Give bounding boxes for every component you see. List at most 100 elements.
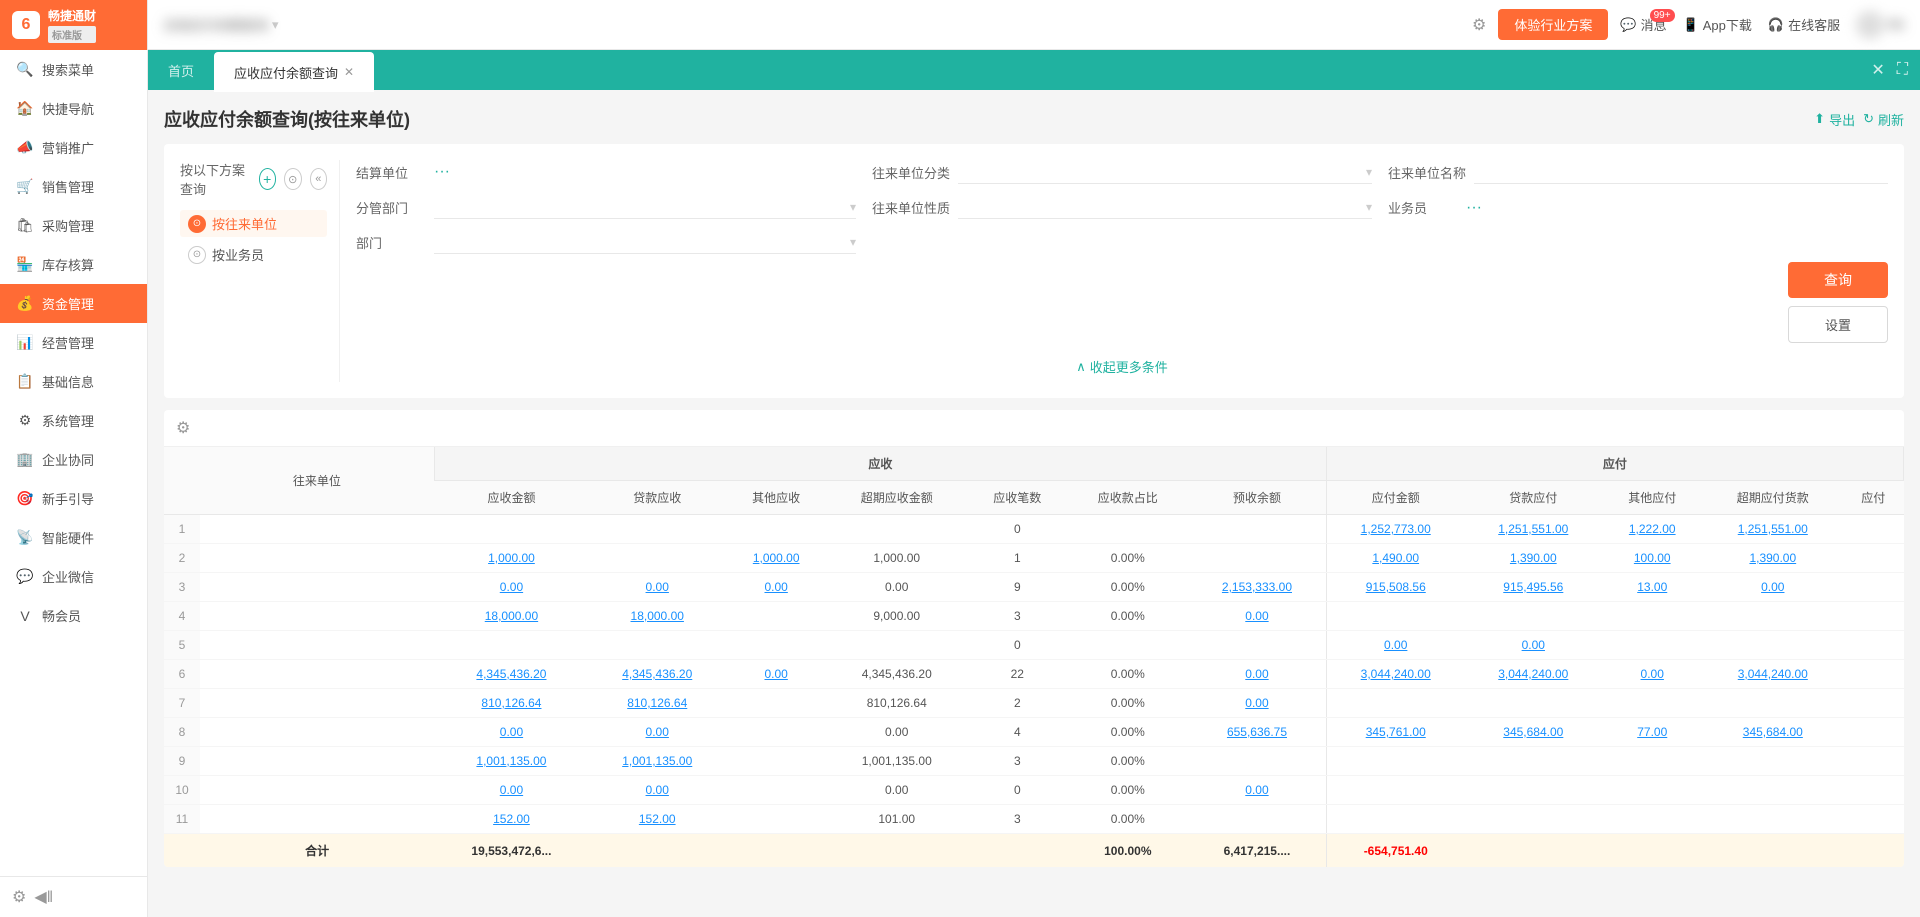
table-cell[interactable]: 1,490.00 bbox=[1326, 544, 1464, 573]
sidebar-item-basic[interactable]: 📋 基础信息 bbox=[0, 362, 147, 401]
tab-close-window-icon[interactable]: ✕ bbox=[1871, 60, 1884, 80]
table-cell[interactable]: 0.00 bbox=[1702, 573, 1843, 602]
sidebar-item-hardware[interactable]: 📡 智能硬件 bbox=[0, 518, 147, 557]
sidebar-item-quick-nav[interactable]: 🏠 快捷导航 bbox=[0, 89, 147, 128]
table-cell[interactable]: 345,684.00 bbox=[1702, 718, 1843, 747]
table-cell[interactable]: 0.00 bbox=[589, 573, 726, 602]
collapse-filter-button[interactable]: ∧ 收起更多条件 bbox=[356, 351, 1888, 382]
table-cell[interactable]: 1,390.00 bbox=[1465, 544, 1602, 573]
table-cell bbox=[200, 805, 434, 834]
online-service-button[interactable]: 🎧 在线客服 bbox=[1768, 15, 1840, 34]
table-cell[interactable]: 0.00 bbox=[1188, 689, 1326, 718]
query-button[interactable]: 查询 bbox=[1788, 262, 1888, 298]
table-cell[interactable]: 1,251,551.00 bbox=[1702, 515, 1843, 544]
sidebar-item-sales[interactable]: 🛒 销售管理 bbox=[0, 167, 147, 206]
tab-home[interactable]: 首页 bbox=[148, 50, 214, 90]
table-cell[interactable]: 0.00 bbox=[1188, 776, 1326, 805]
table-cell[interactable]: 0.00 bbox=[726, 573, 826, 602]
table-cell[interactable]: 1,001,135.00 bbox=[589, 747, 726, 776]
table-cell[interactable]: 915,508.56 bbox=[1326, 573, 1464, 602]
table-cell[interactable]: 345,761.00 bbox=[1326, 718, 1464, 747]
table-cell[interactable]: 1,001,135.00 bbox=[434, 747, 588, 776]
table-cell[interactable]: 0.00 bbox=[434, 776, 588, 805]
partner-category-select[interactable]: ▾ bbox=[958, 161, 1372, 184]
table-cell[interactable]: 0.00 bbox=[1602, 660, 1702, 689]
table-settings-icon[interactable]: ⚙ bbox=[176, 418, 190, 438]
table-cell[interactable]: 18,000.00 bbox=[434, 602, 588, 631]
messages-button[interactable]: 💬 消息 99+ bbox=[1620, 15, 1666, 34]
refresh-button[interactable]: ↻ 刷新 bbox=[1863, 110, 1904, 129]
table-cell[interactable]: 915,495.56 bbox=[1465, 573, 1602, 602]
filter-add-button[interactable]: + bbox=[259, 168, 277, 190]
table-cell[interactable]: 0.00 bbox=[1188, 660, 1326, 689]
sidebar-settings-icon[interactable]: ⚙ bbox=[12, 887, 26, 907]
table-cell[interactable]: 152.00 bbox=[434, 805, 588, 834]
table-cell[interactable]: 345,684.00 bbox=[1465, 718, 1602, 747]
table-cell[interactable]: 4,345,436.20 bbox=[434, 660, 588, 689]
settlement-unit-dots[interactable]: ··· bbox=[434, 163, 450, 181]
table-cell bbox=[1843, 689, 1903, 718]
filter-collapse-icon[interactable]: « bbox=[310, 168, 328, 190]
sidebar-item-purchase[interactable]: 🛍 采购管理 bbox=[0, 206, 147, 245]
tab-close-icon[interactable]: ✕ bbox=[344, 65, 354, 79]
table-cell[interactable]: 1,222.00 bbox=[1602, 515, 1702, 544]
table-cell[interactable]: 0.00 bbox=[434, 573, 588, 602]
table-cell[interactable]: 100.00 bbox=[1602, 544, 1702, 573]
sidebar-item-enterprise[interactable]: 🏢 企业协同 bbox=[0, 440, 147, 479]
partner-name-input[interactable] bbox=[1474, 160, 1888, 184]
tab-ar-balance[interactable]: 应收应付余额查询 ✕ bbox=[214, 52, 374, 92]
table-cell[interactable]: 0.00 bbox=[1326, 631, 1464, 660]
sidebar-item-weixin[interactable]: 💬 企业微信 bbox=[0, 557, 147, 596]
table-cell[interactable]: 0.00 bbox=[726, 660, 826, 689]
table-cell[interactable]: 0.00 bbox=[589, 718, 726, 747]
table-cell[interactable]: 810,126.64 bbox=[589, 689, 726, 718]
app-download-button[interactable]: 📱 App下载 bbox=[1683, 15, 1752, 34]
table-cell[interactable]: 3,044,240.00 bbox=[1465, 660, 1602, 689]
sidebar-item-finance[interactable]: 💰 资金管理 bbox=[0, 284, 147, 323]
table-cell[interactable]: 1,000.00 bbox=[726, 544, 826, 573]
table-cell[interactable]: 18,000.00 bbox=[589, 602, 726, 631]
table-cell[interactable]: 4,345,436.20 bbox=[589, 660, 726, 689]
table-cell[interactable]: 152.00 bbox=[589, 805, 726, 834]
table-cell[interactable]: 3,044,240.00 bbox=[1702, 660, 1843, 689]
table-cell[interactable]: 2,153,333.00 bbox=[1188, 573, 1326, 602]
table-cell[interactable]: 810,126.64 bbox=[434, 689, 588, 718]
filter-settings-button[interactable]: 设置 bbox=[1788, 306, 1888, 343]
sidebar-item-system[interactable]: ⚙ 系统管理 bbox=[0, 401, 147, 440]
sidebar-item-management[interactable]: 📊 经营管理 bbox=[0, 323, 147, 362]
table-cell[interactable]: 1,000.00 bbox=[434, 544, 588, 573]
table-cell[interactable]: 1,252,773.00 bbox=[1326, 515, 1464, 544]
table-cell[interactable]: 1,251,551.00 bbox=[1465, 515, 1602, 544]
sidebar-item-search-menu[interactable]: 🔍 搜索菜单 bbox=[0, 50, 147, 89]
table-cell[interactable]: 1,390.00 bbox=[1702, 544, 1843, 573]
table-cell[interactable]: 0.00 bbox=[434, 718, 588, 747]
topbar-settings-icon[interactable]: ⚙ bbox=[1472, 15, 1486, 35]
table-cell[interactable]: 0.00 bbox=[589, 776, 726, 805]
sidebar-collapse-icon[interactable]: ◀‖ bbox=[34, 887, 53, 907]
user-avatar[interactable]: Rit bbox=[1856, 11, 1904, 39]
sidebar-item-inventory[interactable]: 🏪 库存核算 bbox=[0, 245, 147, 284]
table-cell[interactable]: 77.00 bbox=[1602, 718, 1702, 747]
salesperson-dots[interactable]: ··· bbox=[1466, 199, 1482, 217]
sidebar-item-member[interactable]: V 畅会员 bbox=[0, 596, 147, 635]
promo-button[interactable]: 体验行业方案 bbox=[1498, 9, 1608, 40]
sidebar-item-guide[interactable]: 🎯 新手引导 bbox=[0, 479, 147, 518]
filter-settings-icon[interactable]: ⊙ bbox=[284, 168, 302, 190]
tab-expand-icon[interactable]: ⛶ bbox=[1897, 61, 1908, 79]
dept-select[interactable]: ▾ bbox=[434, 231, 856, 254]
filter-scheme-by-salesperson[interactable]: ⊙ 按业务员 bbox=[180, 241, 327, 268]
sidebar-item-marketing[interactable]: 📣 营销推广 bbox=[0, 128, 147, 167]
filter-scheme-by-partner[interactable]: ⊙ 按往来单位 bbox=[180, 210, 327, 237]
table-cell[interactable]: 0.00 bbox=[1465, 631, 1602, 660]
table-cell[interactable]: 13.00 bbox=[1602, 573, 1702, 602]
dept-manager-select[interactable]: ▾ bbox=[434, 196, 856, 219]
footer-label: 合计 bbox=[200, 834, 434, 868]
export-button[interactable]: ⬆ 导出 bbox=[1814, 110, 1855, 129]
partner-type-select[interactable]: ▾ bbox=[958, 196, 1372, 219]
table-cell[interactable]: 3,044,240.00 bbox=[1326, 660, 1464, 689]
table-cell[interactable]: 0.00 bbox=[1188, 602, 1326, 631]
table-scroll[interactable]: 往来单位 应收 应付 应收金额 贷款应收 其他应收 超期应收金额 应收笔数 应收… bbox=[164, 447, 1904, 867]
table-cell[interactable]: 655,636.75 bbox=[1188, 718, 1326, 747]
table-cell: 7 bbox=[164, 689, 200, 718]
table-cell: 22 bbox=[967, 660, 1067, 689]
